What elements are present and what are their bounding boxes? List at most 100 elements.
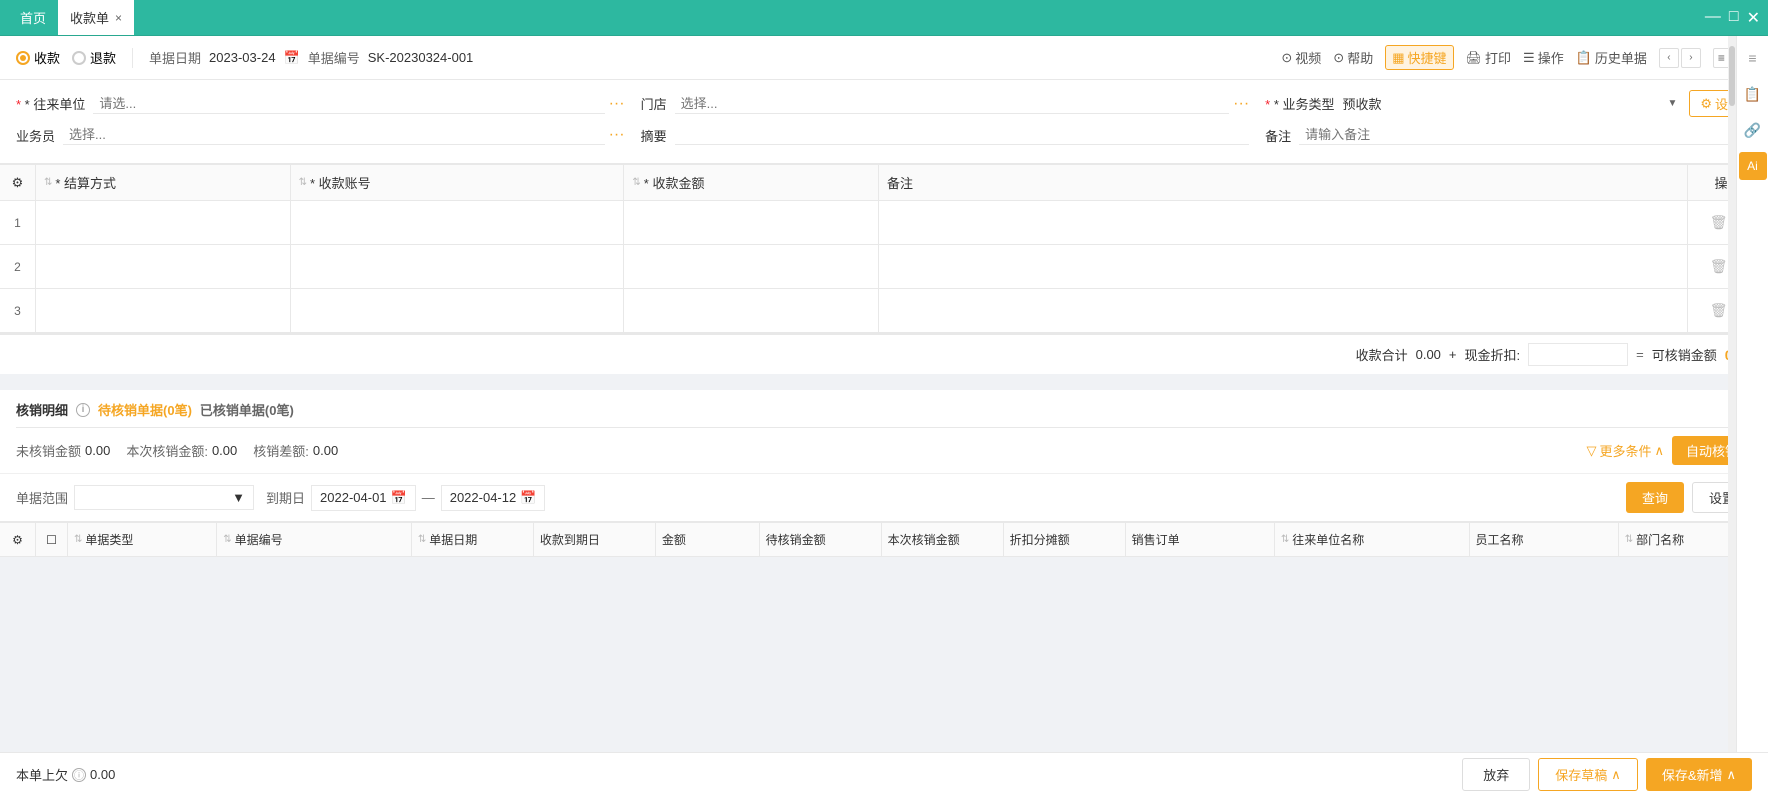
writeoff-info-icon[interactable]: i	[76, 403, 90, 417]
save-new-button[interactable]: 保存&新增 ∧	[1646, 758, 1752, 791]
salesperson-input[interactable]	[63, 125, 605, 145]
sidebar-doc-icon[interactable]: 📋	[1739, 80, 1767, 108]
calendar-icon[interactable]: 📅	[284, 50, 300, 66]
row-2-remark[interactable]	[879, 245, 1688, 288]
row-2-settlement[interactable]	[36, 245, 291, 288]
nav-prev-button[interactable]: ‹	[1659, 48, 1679, 68]
sidebar-camera-icon[interactable]: Ai	[1739, 152, 1767, 180]
biz-type-arrow-icon[interactable]: ▼	[1667, 98, 1677, 109]
done-tab[interactable]: 已核销单据(0笔)	[200, 400, 294, 419]
remark-input[interactable]	[1299, 125, 1752, 145]
row-3-remark[interactable]	[879, 289, 1688, 332]
salesperson-more-icon[interactable]: ···	[609, 126, 625, 144]
more-conditions-button[interactable]: ▽ 更多条件 ∧	[1586, 441, 1664, 460]
minimize-button[interactable]: —	[1705, 8, 1721, 28]
unverified-label: 未核销金额	[16, 441, 81, 460]
radio-refund[interactable]: 退款	[72, 48, 116, 67]
writeoff-filter-row: 单据范围 ▼ 到期日 2022-04-01 📅 — 2022-04-12 📅 查…	[0, 473, 1768, 521]
summary-input[interactable]	[675, 125, 1250, 145]
scrollbar-thumb[interactable]	[1729, 46, 1735, 106]
row-1-delete-icon[interactable]: 🗑	[1710, 214, 1728, 231]
row-2-delete-icon[interactable]: 🗑	[1710, 258, 1728, 275]
table-row: 3 🗑 ⊕	[0, 289, 1768, 333]
result-label: 可核销金额	[1652, 345, 1717, 364]
row-1-settlement[interactable]	[36, 201, 291, 244]
range-field: 单据范围 ▼	[16, 485, 254, 510]
counterpart-input[interactable]	[93, 94, 604, 114]
sort-icon-bt1: ⇅	[74, 534, 82, 545]
nav-next-button[interactable]: ›	[1681, 48, 1701, 68]
history-label: 历史单据	[1595, 48, 1647, 67]
writeoff-title-row: 核销明细 i 待核销单据(0笔) 已核销单据(0笔)	[16, 400, 1752, 428]
scrollbar[interactable]	[1728, 36, 1736, 752]
row-3-settlement[interactable]	[36, 289, 291, 332]
row-3-amount[interactable]	[624, 289, 879, 332]
salesperson-field: 业务员 ···	[16, 125, 625, 145]
bottom-info-icon[interactable]: ⓘ	[72, 768, 86, 782]
print-button[interactable]: 🖨 打印	[1466, 48, 1512, 67]
shortcut-button[interactable]: ▦ 快捷键	[1385, 45, 1453, 70]
tab-close-icon[interactable]: ×	[115, 11, 122, 25]
right-sidebar: ≡ 📋 🔗 Ai	[1736, 36, 1768, 752]
draft-arrow-icon: ∧	[1611, 767, 1621, 783]
tab-home[interactable]: 首页	[8, 8, 58, 27]
help-button[interactable]: ⊙ 帮助	[1333, 48, 1373, 67]
row-1-account[interactable]	[291, 201, 625, 244]
date-to-input[interactable]: 2022-04-12 📅	[441, 485, 546, 511]
print-icon: 🖨	[1466, 50, 1483, 66]
abandon-button[interactable]: 放弃	[1462, 758, 1530, 791]
row-3-account[interactable]	[291, 289, 625, 332]
video-button[interactable]: ⊙ 视频	[1281, 48, 1321, 67]
date-from-input[interactable]: 2022-04-01 📅	[311, 485, 416, 511]
range-select-arrow: ▼	[232, 490, 245, 505]
operations-button[interactable]: ☰ 操作	[1523, 48, 1564, 67]
help-label: 帮助	[1347, 48, 1373, 67]
table-header: ⚙ ⇅ * 结算方式 ⇅ * 收款账号 ⇅ * 收款金额 备注 操作	[0, 165, 1768, 201]
store-more-icon[interactable]: ···	[1233, 95, 1249, 113]
row-3-delete-icon[interactable]: 🗑	[1710, 302, 1728, 319]
store-label: 门店	[641, 94, 667, 113]
diff-stat: 核销差额: 0.00	[253, 441, 338, 460]
store-input[interactable]	[675, 94, 1230, 114]
summary-row: 收款合计 0.00 + 现金折扣: = 可核销金额 0.00	[0, 334, 1768, 374]
radio-refund-dot	[72, 51, 86, 65]
query-button[interactable]: 查询	[1626, 482, 1684, 513]
row-1-amount[interactable]	[624, 201, 879, 244]
row-1-remark[interactable]	[879, 201, 1688, 244]
diff-label: 核销差额:	[253, 441, 309, 460]
history-button[interactable]: 📋 历史单据	[1576, 48, 1647, 67]
bottom-actions: 放弃 保存草稿 ∧ 保存&新增 ∧	[1462, 758, 1752, 791]
doc-info: 单据日期 2023-03-24 📅 单据编号 SK-20230324-001	[149, 48, 473, 67]
tab-active[interactable]: 收款单 ×	[58, 0, 134, 35]
bth-gear[interactable]: ⚙	[0, 523, 36, 556]
bottom-bar: 本单上欠 ⓘ 0.00 放弃 保存草稿 ∧ 保存&新增 ∧	[0, 752, 1768, 796]
sidebar-link-icon[interactable]: 🔗	[1739, 116, 1767, 144]
bth-checkbox[interactable]: ☐	[36, 523, 68, 556]
form-row-1: * 往来单位 ··· 门店 ··· * 业务类型 预收款 ▼ ⚙ 设置	[16, 90, 1752, 117]
th-remark: 备注	[879, 165, 1688, 200]
row-2-amount[interactable]	[624, 245, 879, 288]
sidebar-table-icon[interactable]: ≡	[1739, 44, 1767, 72]
pending-tab[interactable]: 待核销单据(0笔)	[98, 400, 192, 419]
doc-date-label: 单据日期	[149, 48, 201, 67]
bth-current: 本次核销金额	[882, 523, 1004, 556]
close-button[interactable]: ✕	[1747, 8, 1760, 28]
bth-amount: 金额	[656, 523, 760, 556]
maximize-button[interactable]: □	[1729, 8, 1739, 28]
th-amount: ⇅ * 收款金额	[624, 165, 879, 200]
radio-receive[interactable]: 收款	[16, 48, 60, 67]
date-from-value: 2022-04-01	[320, 490, 387, 505]
counterpart-more-icon[interactable]: ···	[609, 95, 625, 113]
calendar-to-icon: 📅	[520, 490, 536, 506]
discount-input[interactable]	[1528, 343, 1628, 366]
due-date-field: 到期日 2022-04-01 📅 — 2022-04-12 📅	[266, 485, 545, 511]
writeoff-stats-row: 未核销金额 0.00 本次核销金额: 0.00 核销差额: 0.00 ▽ 更多条…	[0, 428, 1768, 473]
th-amount-label: * 收款金额	[644, 173, 705, 192]
range-select[interactable]: ▼	[74, 485, 254, 510]
radio-receive-dot	[16, 51, 30, 65]
th-settings[interactable]: ⚙	[0, 165, 36, 200]
save-draft-button[interactable]: 保存草稿 ∧	[1538, 758, 1638, 791]
row-2-account[interactable]	[291, 245, 625, 288]
sort-icon-2: ⇅	[299, 177, 307, 188]
shortcut-icon: ▦	[1392, 50, 1404, 66]
